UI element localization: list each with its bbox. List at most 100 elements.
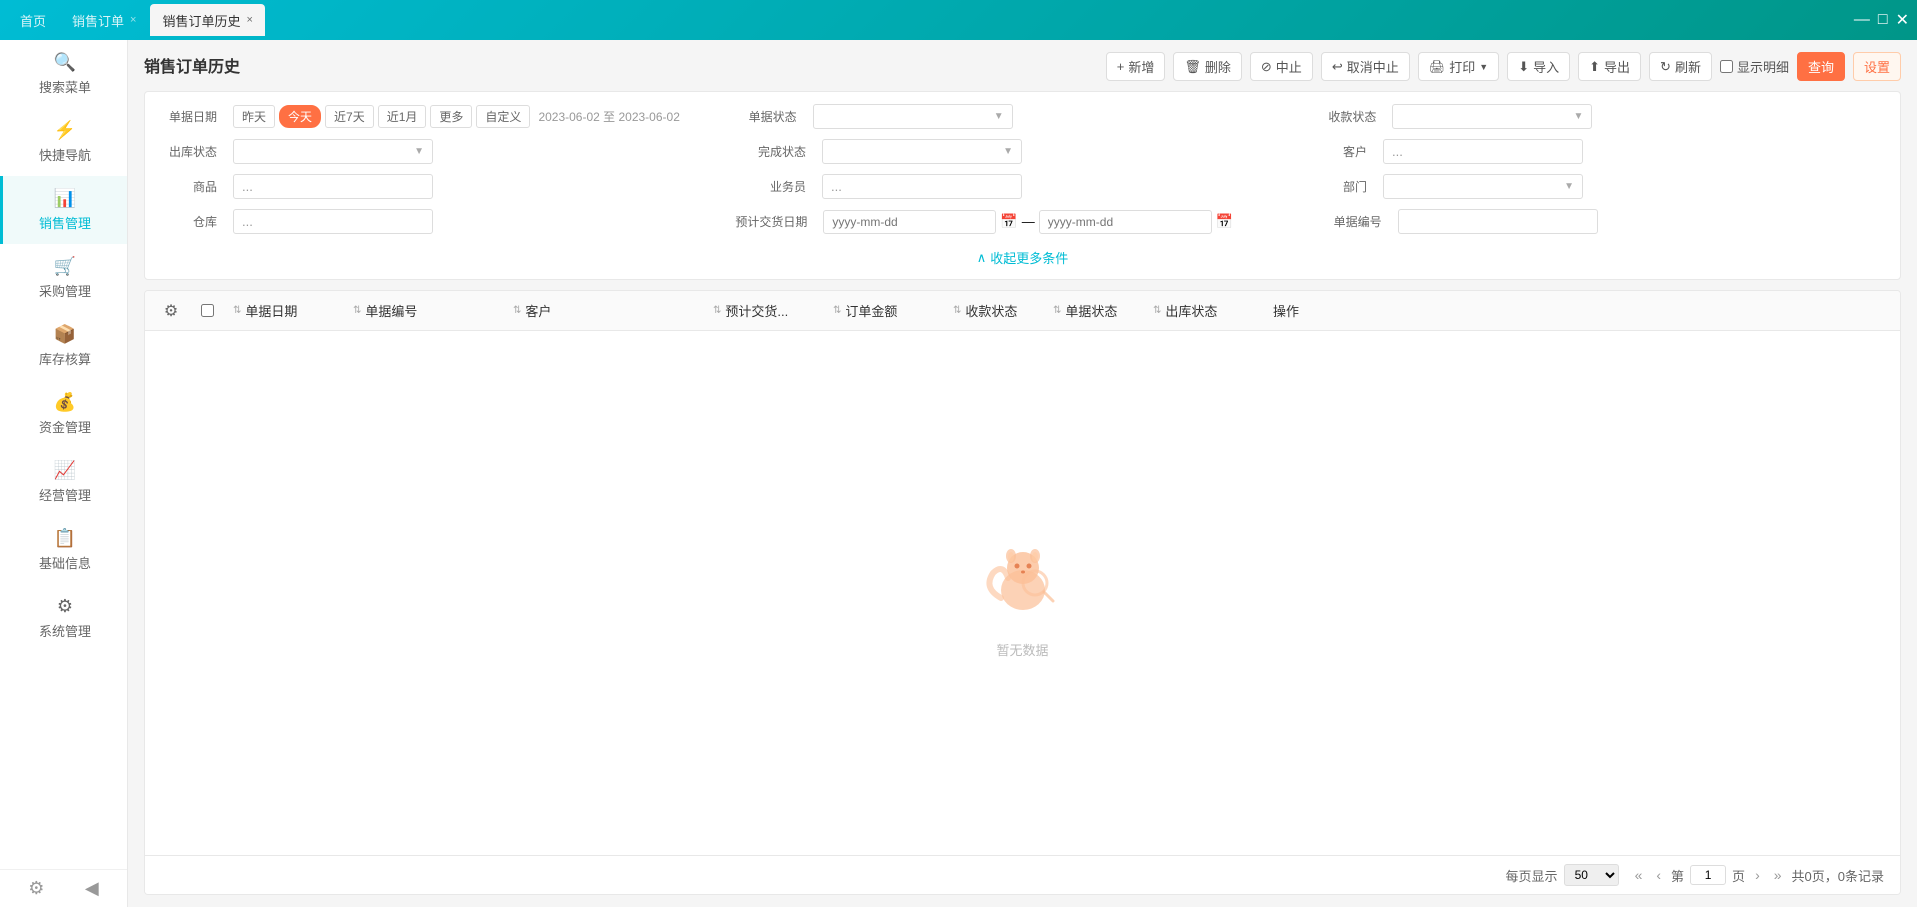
sort-icon-status[interactable]: ⇅ [1053, 305, 1061, 316]
table-settings-btn[interactable]: ⚙ [153, 301, 189, 321]
salesperson-select[interactable]: ... [822, 174, 1022, 199]
sort-icon-customer[interactable]: ⇅ [513, 305, 521, 316]
maximize-icon[interactable]: □ [1878, 11, 1888, 29]
goods-select[interactable]: ... [233, 174, 433, 199]
filter-row-1: 单据日期 昨天 今天 近7天 近1月 更多 自定义 2023-06-02 至 2… [161, 104, 1884, 129]
delivery-date-to[interactable] [1039, 210, 1212, 234]
tab-sales-order-history-close[interactable]: × [246, 14, 252, 26]
query-button[interactable]: 查询 [1797, 52, 1845, 81]
close-icon[interactable]: ✕ [1896, 10, 1909, 30]
sidebar-item-quick-nav[interactable]: ⚡ 快捷导航 [0, 108, 127, 176]
receipt-status-select[interactable]: ▼ [1392, 104, 1592, 129]
collapse-up-icon: ∧ [977, 250, 987, 266]
status-select[interactable]: ▼ [813, 104, 1013, 129]
tab-sales-order-close[interactable]: × [130, 14, 136, 26]
sort-icon-amount[interactable]: ⇅ [833, 305, 841, 316]
print-label: 打印 [1449, 57, 1475, 76]
delete-button[interactable]: 🗑 删除 [1173, 52, 1242, 81]
print-icon: 🖨 [1429, 59, 1446, 75]
status-field: ▼ [813, 104, 1305, 129]
doc-num-input[interactable] [1398, 209, 1598, 234]
date-btn-last7[interactable]: 近7天 [325, 105, 374, 128]
warehouse-select[interactable]: ... [233, 209, 433, 234]
calendar-to-icon[interactable]: 📅 [1216, 213, 1233, 230]
display-detail-label: 显示明细 [1737, 57, 1789, 76]
sidebar-item-sys-mgmt[interactable]: ⚙ 系统管理 [0, 584, 127, 652]
delete-label: 删除 [1205, 57, 1231, 76]
table-select-all[interactable] [189, 304, 225, 317]
sidebar-item-sales-mgmt[interactable]: 📊 销售管理 [0, 176, 127, 244]
sort-icon-date[interactable]: ⇅ [233, 305, 241, 316]
sort-icon-num[interactable]: ⇅ [353, 305, 361, 316]
tab-sales-order-history[interactable]: 销售订单历史 × [150, 4, 264, 36]
sidebar-item-inventory-check-label: 库存核算 [39, 349, 91, 368]
cancel-stop-button[interactable]: ↩ 取消中止 [1321, 52, 1410, 81]
print-button[interactable]: 🖨 打印 ▼ [1418, 52, 1499, 81]
print-dropdown-icon: ▼ [1479, 62, 1488, 72]
dept-select[interactable]: ▼ [1383, 174, 1583, 199]
date-btn-more[interactable]: 更多 [430, 105, 472, 128]
th-num-label: 单据编号 [365, 301, 417, 320]
sidebar-collapse-btn[interactable]: ◀ [85, 878, 99, 899]
date-btn-last1month[interactable]: 近1月 [378, 105, 427, 128]
content-area: 销售订单历史 + 新增 🗑 删除 ⊘ 中止 ↩ [128, 40, 1917, 907]
sidebar: 🔍 搜索菜单 ⚡ 快捷导航 📊 销售管理 🛒 采购管理 📦 库存核算 💰 资金管… [0, 40, 128, 907]
goods-dots: ... [242, 179, 253, 194]
settings-button[interactable]: 设置 [1853, 52, 1901, 81]
purchase-mgmt-icon: 🛒 [54, 256, 76, 277]
date-btn-custom[interactable]: 自定义 [476, 105, 530, 128]
funds-mgmt-icon: 💰 [54, 392, 76, 413]
sidebar-item-search-menu[interactable]: 🔍 搜索菜单 [0, 40, 127, 108]
warehouse-chevron-icon: ▼ [414, 146, 424, 157]
display-detail-checkbox[interactable] [1720, 60, 1733, 73]
page-next-btn[interactable]: › [1751, 865, 1764, 885]
refresh-button[interactable]: ↻ 刷新 [1649, 52, 1712, 81]
customer-select[interactable]: ... [1383, 139, 1583, 164]
export-label: 导出 [1604, 57, 1630, 76]
tab-home[interactable]: 首页 [8, 4, 58, 36]
complete-status-select[interactable]: ▼ [822, 139, 1022, 164]
minimize-icon[interactable]: — [1854, 11, 1870, 29]
sort-icon-warehouse[interactable]: ⇅ [1153, 305, 1161, 316]
sidebar-item-inventory-check[interactable]: 📦 库存核算 [0, 312, 127, 380]
page-first-btn[interactable]: « [1631, 865, 1647, 885]
sidebar-item-sales-mgmt-label: 销售管理 [39, 213, 91, 232]
goods-field: ... [233, 174, 734, 199]
sidebar-item-purchase-mgmt[interactable]: 🛒 采购管理 [0, 244, 127, 312]
page-last-btn[interactable]: » [1770, 865, 1786, 885]
date-btn-yesterday[interactable]: 昨天 [233, 105, 275, 128]
import-button[interactable]: ⬇ 导入 [1507, 52, 1570, 81]
filter-collapse-row: ∧ 收起更多条件 [161, 244, 1884, 267]
page-input[interactable] [1690, 865, 1726, 885]
page-prev-btn[interactable]: ‹ [1652, 865, 1665, 885]
th-warehouse-label: 出库状态 [1165, 301, 1217, 320]
warehouse-status-select[interactable]: ▼ [233, 139, 433, 164]
per-page-select[interactable]: 50 100 200 [1564, 864, 1619, 886]
salesperson-field: ... [822, 174, 1323, 199]
date-btn-today[interactable]: 今天 [279, 105, 321, 128]
sidebar-item-funds-mgmt[interactable]: 💰 资金管理 [0, 380, 127, 448]
tab-sales-order[interactable]: 销售订单 × [60, 4, 148, 36]
complete-status-label: 完成状态 [750, 143, 806, 160]
stop-button[interactable]: ⊘ 中止 [1250, 52, 1313, 81]
export-button[interactable]: ⬆ 导出 [1578, 52, 1641, 81]
collapse-button[interactable]: ∧ 收起更多条件 [977, 244, 1069, 267]
sort-icon-receipt[interactable]: ⇅ [953, 305, 961, 316]
sidebar-settings-btn[interactable]: ⚙ [28, 878, 44, 899]
th-date-label: 单据日期 [245, 301, 297, 320]
sidebar-item-ops-mgmt[interactable]: 📈 经营管理 [0, 448, 127, 516]
th-receipt-status: ⇅ 收款状态 [945, 301, 1045, 320]
delivery-date-field: 📅 — 📅 [823, 210, 1309, 234]
window-controls: — □ ✕ [1854, 10, 1909, 30]
sidebar-item-basic-info[interactable]: 📋 基础信息 [0, 516, 127, 584]
calendar-from-icon[interactable]: 📅 [1000, 213, 1017, 230]
select-all-checkbox[interactable] [201, 304, 214, 317]
delivery-date-from[interactable] [823, 210, 996, 234]
sidebar-item-ops-mgmt-label: 经营管理 [39, 485, 91, 504]
warehouse-status-label: 出库状态 [161, 143, 217, 160]
sidebar-item-quick-nav-label: 快捷导航 [39, 145, 91, 164]
add-button[interactable]: + 新增 [1106, 52, 1166, 81]
import-icon: ⬇ [1518, 59, 1529, 75]
sort-icon-delivery[interactable]: ⇅ [713, 305, 721, 316]
tab-sales-order-history-label: 销售订单历史 [162, 11, 240, 30]
